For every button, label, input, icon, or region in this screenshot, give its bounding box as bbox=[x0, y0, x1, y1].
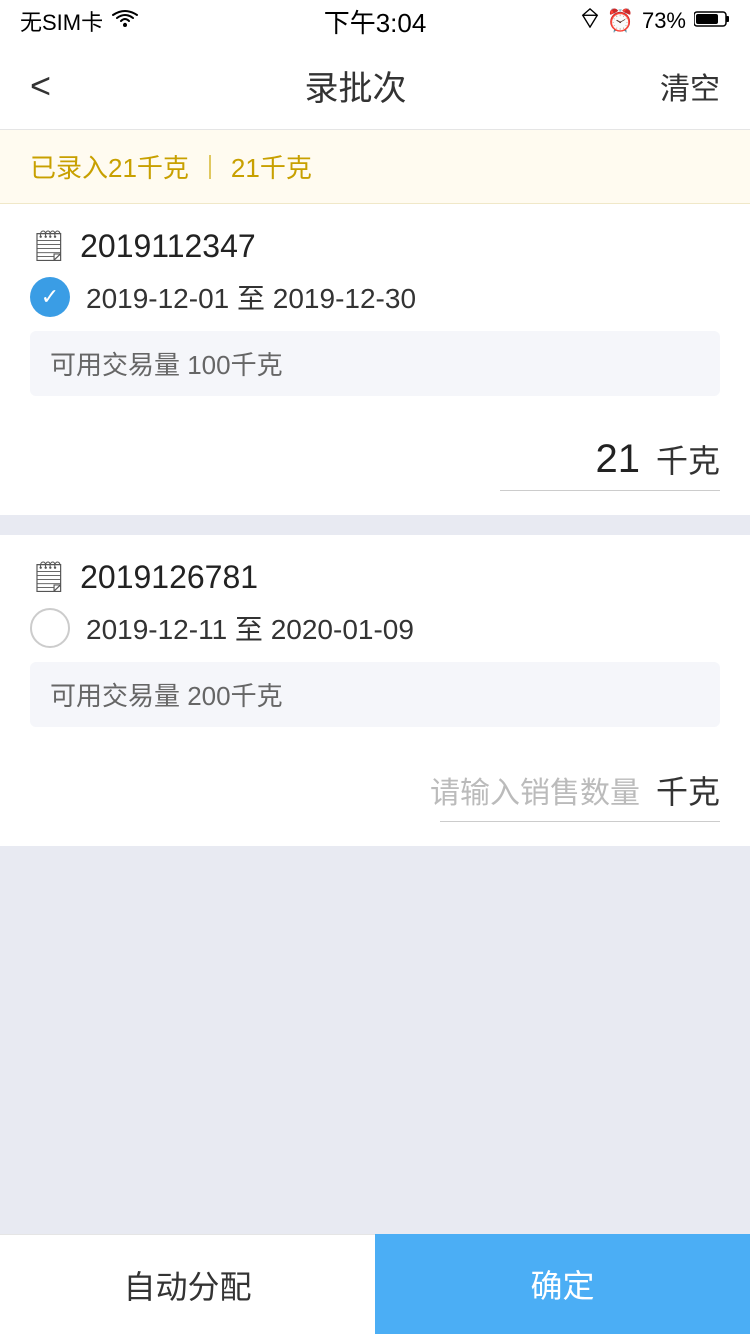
batch-2-available: 可用交易量 200千克 bbox=[30, 662, 720, 727]
batch-1-quantity-value: 21 bbox=[595, 437, 640, 482]
batch-2-checkbox[interactable] bbox=[30, 608, 70, 648]
batch-1-date-row: ✓ 2019-12-01 至 2019-12-30 bbox=[30, 277, 720, 317]
batch-card-1: 🗒 2019112347 ✓ 2019-12-01 至 2019-12-30 可… bbox=[0, 204, 750, 420]
clear-button[interactable]: 清空 bbox=[660, 64, 720, 108]
back-button[interactable]: < bbox=[30, 65, 51, 107]
battery-text: 73% bbox=[642, 8, 686, 34]
section-divider bbox=[0, 515, 750, 535]
content-wrapper: 🗒 2019112347 ✓ 2019-12-01 至 2019-12-30 可… bbox=[0, 204, 750, 1308]
info-amount-text: 21千克 bbox=[231, 148, 312, 185]
batch-2-header: 🗒 2019126781 bbox=[30, 559, 720, 596]
location-icon bbox=[581, 8, 599, 34]
batch-2-quantity-placeholder: 请输入销售数量 bbox=[430, 768, 640, 812]
batch-1-available: 可用交易量 100千克 bbox=[30, 331, 720, 396]
batch-1-checkbox[interactable]: ✓ bbox=[30, 277, 70, 317]
bottom-bar: 自动分配 确定 bbox=[0, 1234, 750, 1334]
batch-2-date-row: 2019-12-11 至 2020-01-09 bbox=[30, 608, 720, 648]
checkmark-icon: ✓ bbox=[41, 286, 59, 308]
batch-2-date: 2019-12-11 至 2020-01-09 bbox=[86, 608, 414, 648]
wifi-icon bbox=[111, 8, 139, 34]
batch-1-date: 2019-12-01 至 2019-12-30 bbox=[86, 277, 416, 317]
status-bar-right: ⏰ 73% bbox=[581, 8, 730, 34]
batch-1-header: 🗒 2019112347 bbox=[30, 228, 720, 265]
info-entered-text: 已录入21千克 bbox=[30, 148, 189, 185]
battery-icon bbox=[694, 8, 730, 34]
status-bar-time: 下午3:04 bbox=[324, 3, 427, 40]
batch-1-id: 2019112347 bbox=[80, 228, 256, 265]
nav-bar: < 录批次 清空 bbox=[0, 42, 750, 130]
batch-1-quantity-unit: 千克 bbox=[656, 436, 720, 482]
batch-1-underline bbox=[500, 490, 720, 491]
status-bar: 无SIM卡 下午3:04 ⏰ 73% bbox=[0, 0, 750, 42]
batch-1-icon: 🗒 bbox=[30, 229, 68, 264]
info-banner: 已录入21千克 21千克 bbox=[0, 130, 750, 204]
batch-2-quantity-unit: 千克 bbox=[656, 767, 720, 813]
auto-distribute-button[interactable]: 自动分配 bbox=[0, 1234, 375, 1334]
confirm-button[interactable]: 确定 bbox=[375, 1234, 750, 1334]
batch-2-underline bbox=[440, 821, 720, 822]
batch-2-id: 2019126781 bbox=[80, 559, 258, 596]
page-title: 录批次 bbox=[305, 61, 407, 110]
batch-card-2: 🗒 2019126781 2019-12-11 至 2020-01-09 可用交… bbox=[0, 535, 750, 751]
batch-2-icon: 🗒 bbox=[30, 560, 68, 595]
info-divider bbox=[209, 155, 211, 179]
status-bar-left: 无SIM卡 bbox=[20, 5, 139, 37]
alarm-icon: ⏰ bbox=[607, 8, 634, 34]
sim-text: 无SIM卡 bbox=[20, 5, 103, 37]
